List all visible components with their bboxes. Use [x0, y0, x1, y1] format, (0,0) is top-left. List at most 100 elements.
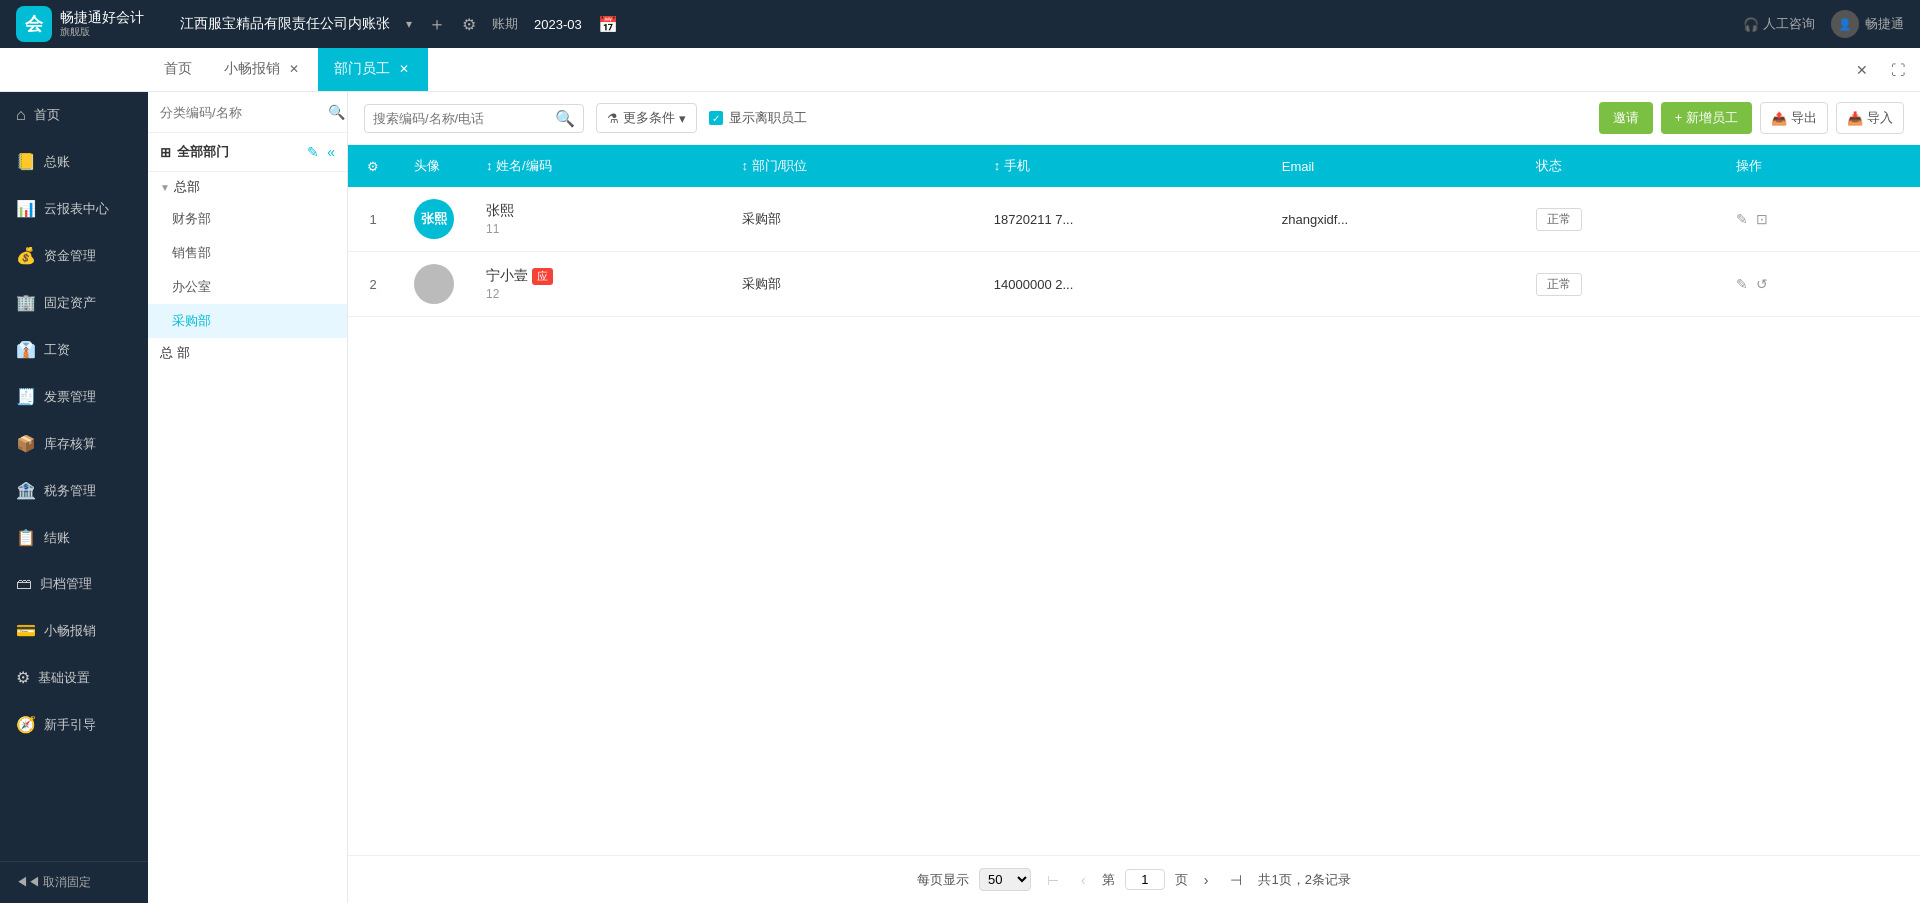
page-size-label: 每页显示: [917, 871, 969, 889]
sidebar-archive-label: 归档管理: [40, 575, 92, 593]
sidebar-item-reports[interactable]: 📊 云报表中心: [0, 185, 148, 232]
dept-node-finance[interactable]: 财务部: [148, 202, 347, 236]
sidebar-item-checkout[interactable]: 📋 结账: [0, 514, 148, 561]
sidebar-guide-label: 新手引导: [44, 716, 96, 734]
sidebar-item-tax[interactable]: 🏦 税务管理: [0, 467, 148, 514]
sidebar-item-salary[interactable]: 👔 工资: [0, 326, 148, 373]
th-settings[interactable]: ⚙: [348, 145, 398, 187]
dept-node-sales[interactable]: 销售部: [148, 236, 347, 270]
th-dept[interactable]: ↕ 部门/职位: [726, 145, 978, 187]
expand-icon: ▼: [160, 182, 170, 193]
sidebar-item-funds[interactable]: 💰 资金管理: [0, 232, 148, 279]
period-value: 2023-03: [534, 17, 582, 32]
tab-dept[interactable]: 部门员工 ✕: [318, 48, 428, 91]
tab-dept-close[interactable]: ✕: [396, 61, 412, 77]
row-num: 1: [348, 187, 398, 252]
emp-actions: 邀请 + 新增员工 📤 导出 📥 导入: [1599, 102, 1904, 134]
header-settings-btn[interactable]: ⚙: [462, 15, 476, 34]
tab-expense-close[interactable]: ✕: [286, 61, 302, 77]
support-btn[interactable]: 🎧 人工咨询: [1743, 15, 1815, 33]
tab-expense[interactable]: 小畅报销 ✕: [208, 48, 318, 91]
edit-icon[interactable]: ✎: [1736, 211, 1748, 227]
filter-btn[interactable]: ⚗ 更多条件 ▾: [596, 103, 697, 133]
more-action-icon[interactable]: ↺: [1756, 276, 1768, 292]
status-badge: 正常: [1536, 273, 1582, 296]
top-header: 会 畅捷通好会计 旗舰版 江西服宝精品有限责任公司内账张 ▾ ＋ ⚙ 账期 20…: [0, 0, 1920, 48]
dept-search-wrap: 🔍: [148, 92, 347, 133]
emp-name: 宁小壹应: [486, 267, 710, 285]
page-prev-btn[interactable]: ‹: [1075, 870, 1092, 890]
sidebar-invoice-label: 发票管理: [44, 388, 96, 406]
invite-btn[interactable]: 邀请: [1599, 102, 1653, 134]
company-dropdown-btn[interactable]: ▾: [406, 17, 412, 31]
email-cell: zhangxidf...: [1266, 187, 1520, 252]
sidebar-item-invoice[interactable]: 🧾 发票管理: [0, 373, 148, 420]
add-tab-btn[interactable]: ＋: [428, 12, 446, 36]
add-employee-btn[interactable]: + 新增员工: [1661, 102, 1752, 134]
dept-collapse-btn[interactable]: «: [327, 144, 335, 160]
th-phone[interactable]: ↕ 手机: [978, 145, 1266, 187]
th-avatar: 头像: [398, 145, 470, 187]
dept-header-actions: ✎ «: [307, 144, 335, 160]
action-btns: ✎ ↺: [1736, 276, 1904, 292]
avatar-cell: [398, 252, 470, 317]
sidebar-item-assets[interactable]: 🏢 固定资产: [0, 279, 148, 326]
sidebar-inventory-label: 库存核算: [44, 435, 96, 453]
emp-search-input[interactable]: [373, 111, 549, 126]
import-btn[interactable]: 📥 导入: [1836, 102, 1904, 134]
status-badge: 正常: [1536, 208, 1582, 231]
dept-root-node[interactable]: ▼ 总部: [148, 172, 347, 202]
window-expand-btn[interactable]: ⛶: [1884, 56, 1912, 84]
sidebar-item-inventory[interactable]: 📦 库存核算: [0, 420, 148, 467]
inventory-icon: 📦: [16, 434, 36, 453]
page-next-btn[interactable]: ›: [1198, 870, 1215, 890]
page-input[interactable]: [1125, 869, 1165, 890]
guide-icon: 🧭: [16, 715, 36, 734]
dept-node-general[interactable]: 总 部: [148, 338, 347, 368]
dept-tree: 🔍 ⊞ 全部部门 ✎ « ▼ 总部 财务部: [148, 92, 348, 903]
export-btn[interactable]: 📤 导出: [1760, 102, 1828, 134]
avatar-cell: 张熙: [398, 187, 470, 252]
dept-edit-btn[interactable]: ✎: [307, 144, 319, 160]
action-btns: ✎ ⊡: [1736, 211, 1904, 227]
app-name: 畅捷通好会计: [60, 9, 144, 26]
sidebar-item-archive[interactable]: 🗃 归档管理: [0, 561, 148, 607]
th-status: 状态: [1520, 145, 1720, 187]
cancel-fixed-btn[interactable]: ◀◀ 取消固定: [0, 861, 148, 903]
assets-icon: 🏢: [16, 293, 36, 312]
sidebar-item-guide[interactable]: 🧭 新手引导: [0, 701, 148, 748]
main-layout: ⌂ 首页 📒 总账 📊 云报表中心 💰 资金管理 🏢 固定资产 👔 工资 🧾 发…: [0, 92, 1920, 903]
all-dept-btn[interactable]: ⊞ 全部部门: [160, 143, 229, 161]
sidebar-reports-label: 云报表中心: [44, 200, 109, 218]
page-first-btn[interactable]: ⊢: [1041, 870, 1065, 890]
add-employee-label: + 新增员工: [1675, 110, 1738, 125]
window-close-btn[interactable]: ✕: [1848, 56, 1876, 84]
filter-label: 更多条件: [623, 109, 675, 127]
edit-icon[interactable]: ✎: [1736, 276, 1748, 292]
dept-search-input[interactable]: [160, 105, 328, 120]
table-row: 2 宁小壹应 12 采购部 14000000 2... 正常 ✎ ↺: [348, 252, 1920, 317]
dept-node-office[interactable]: 办公室: [148, 270, 347, 304]
sidebar-item-settings[interactable]: ⚙ 基础设置: [0, 654, 148, 701]
invite-label: 邀请: [1613, 110, 1639, 125]
app-sub: 旗舰版: [60, 25, 144, 39]
all-dept-label: 全部部门: [177, 143, 229, 161]
show-resigned-cb[interactable]: ✓ 显示离职员工: [709, 109, 807, 127]
filter-chevron-icon: ▾: [679, 111, 686, 126]
remind-badge: 应: [532, 268, 553, 285]
dept-node-purchase[interactable]: 采购部: [148, 304, 347, 338]
header-middle: 江西服宝精品有限责任公司内账张 ▾ ＋ ⚙ 账期 2023-03 📅: [164, 12, 1743, 36]
more-action-icon[interactable]: ⊡: [1756, 211, 1768, 227]
page-last-btn[interactable]: ⊣: [1224, 870, 1248, 890]
user-area[interactable]: 👤 畅捷通: [1831, 10, 1904, 38]
tab-home[interactable]: 首页: [148, 48, 208, 91]
sidebar-item-ledger[interactable]: 📒 总账: [0, 138, 148, 185]
sidebar-item-home[interactable]: ⌂ 首页: [0, 92, 148, 138]
page-size-select[interactable]: 50 10 20 100: [979, 868, 1031, 891]
sidebar-item-expense[interactable]: 💳 小畅报销: [0, 607, 148, 654]
th-name[interactable]: ↕ 姓名/编码: [470, 145, 726, 187]
calendar-icon[interactable]: 📅: [598, 15, 618, 34]
import-label: 导入: [1867, 109, 1893, 127]
support-label: 人工咨询: [1763, 15, 1815, 33]
total-info: 共1页，2条记录: [1258, 871, 1350, 889]
